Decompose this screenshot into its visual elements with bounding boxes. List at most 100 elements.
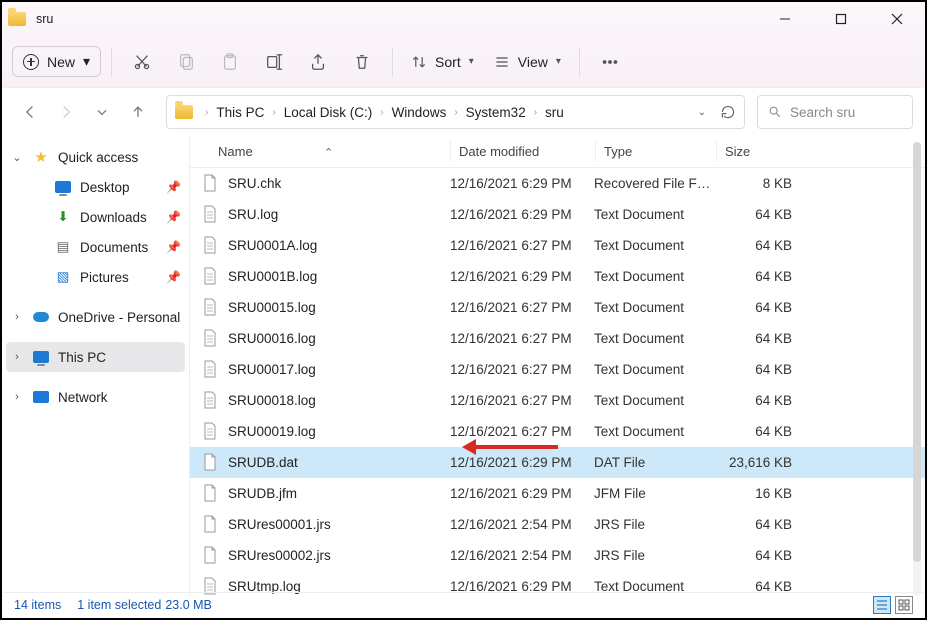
file-pane: Name⌃ Date modified Type Size SRU.chk12/… [190, 136, 925, 596]
file-name: SRUres00002.jrs [228, 548, 450, 563]
sidebar-desktop[interactable]: Desktop 📌 [28, 172, 185, 202]
view-label: View [518, 54, 548, 70]
file-row[interactable]: SRU.log12/16/2021 6:29 PMText Document64… [190, 199, 925, 230]
share-button[interactable] [298, 42, 338, 82]
sort-button[interactable]: Sort ▾ [403, 48, 482, 76]
file-name: SRU00017.log [228, 362, 450, 377]
copy-button[interactable] [166, 42, 206, 82]
separator [111, 48, 112, 76]
file-row[interactable]: SRU0001B.log12/16/2021 6:29 PMText Docum… [190, 261, 925, 292]
sidebar-documents[interactable]: ▤Documents📌 [28, 232, 185, 262]
scrollbar-thumb[interactable] [913, 142, 921, 562]
back-button[interactable] [14, 96, 46, 128]
forward-button[interactable] [50, 96, 82, 128]
close-button[interactable] [875, 2, 919, 36]
thumbnails-view-button[interactable] [895, 596, 913, 614]
search-input[interactable]: Search sru [757, 95, 913, 129]
breadcrumb-item[interactable]: Local Disk (C:) [284, 105, 373, 120]
file-size: 64 KB [714, 269, 792, 284]
refresh-icon[interactable] [720, 104, 736, 120]
chevron-down-icon: ▾ [469, 56, 474, 67]
breadcrumb-item[interactable]: This PC [216, 105, 264, 120]
sidebar-label: This PC [58, 350, 106, 365]
breadcrumb-item[interactable]: System32 [466, 105, 526, 120]
status-selection: 1 item selected [77, 598, 161, 612]
cut-button[interactable] [122, 42, 162, 82]
sidebar-label: Documents [80, 240, 148, 255]
file-icon [202, 483, 218, 503]
sidebar-label: Network [58, 390, 108, 405]
file-icon [202, 390, 218, 410]
recent-button[interactable] [86, 96, 118, 128]
sidebar-label: Desktop [80, 180, 130, 195]
file-icon [202, 328, 218, 348]
file-size: 64 KB [714, 424, 792, 439]
column-type[interactable]: Type [596, 144, 716, 159]
pin-icon: 📌 [166, 240, 181, 254]
breadcrumb-item[interactable]: sru [545, 105, 564, 120]
file-row[interactable]: SRU.chk12/16/2021 6:29 PMRecovered File … [190, 168, 925, 199]
search-icon [768, 105, 782, 119]
pin-icon: 📌 [166, 180, 181, 194]
file-type: Text Document [594, 393, 714, 408]
sidebar-this-pc[interactable]: ›This PC [6, 342, 185, 372]
column-label: Date modified [459, 144, 539, 159]
chevron-down-icon: ▾ [556, 56, 561, 67]
sidebar-quick-access[interactable]: ⌄ ★ Quick access [6, 142, 185, 172]
minimize-button[interactable] [763, 2, 807, 36]
file-size: 64 KB [714, 362, 792, 377]
file-row[interactable]: SRU0001A.log12/16/2021 6:27 PMText Docum… [190, 230, 925, 261]
sidebar-network[interactable]: ›Network [6, 382, 185, 412]
cloud-icon [33, 312, 49, 322]
chevron-down-icon[interactable]: ⌄ [698, 107, 706, 118]
sidebar-label: Pictures [80, 270, 129, 285]
sidebar-pictures[interactable]: ▧Pictures📌 [28, 262, 185, 292]
toolbar: New ▾ Sort ▾ View ▾ [2, 36, 925, 88]
sidebar: ⌄ ★ Quick access Desktop📌 ⬇Downloads📌 ▤D… [2, 136, 190, 596]
file-date: 12/16/2021 6:27 PM [450, 331, 594, 346]
file-row[interactable]: SRU00015.log12/16/2021 6:27 PMText Docum… [190, 292, 925, 323]
rename-button[interactable] [254, 42, 294, 82]
up-button[interactable] [122, 96, 154, 128]
file-name: SRU.chk [228, 176, 450, 191]
column-label: Name [218, 144, 253, 159]
file-date: 12/16/2021 2:54 PM [450, 548, 594, 563]
sidebar-downloads[interactable]: ⬇Downloads📌 [28, 202, 185, 232]
more-button[interactable] [590, 42, 630, 82]
column-date[interactable]: Date modified [451, 144, 595, 159]
file-icon [202, 545, 218, 565]
chevron-down-icon: ▾ [83, 53, 90, 70]
file-row[interactable]: SRUDB.jfm12/16/2021 6:29 PMJFM File16 KB [190, 478, 925, 509]
file-size: 16 KB [714, 486, 792, 501]
delete-button[interactable] [342, 42, 382, 82]
file-name: SRU00019.log [228, 424, 450, 439]
window-controls [763, 2, 919, 36]
breadcrumb-item[interactable]: Windows [392, 105, 447, 120]
details-view-button[interactable] [873, 596, 891, 614]
file-row[interactable]: SRU00018.log12/16/2021 6:27 PMText Docum… [190, 385, 925, 416]
file-row[interactable]: SRU00017.log12/16/2021 6:27 PMText Docum… [190, 354, 925, 385]
maximize-button[interactable] [819, 2, 863, 36]
file-row[interactable]: SRUres00002.jrs12/16/2021 2:54 PMJRS Fil… [190, 540, 925, 571]
new-label: New [47, 54, 75, 70]
column-name[interactable]: Name⌃ [218, 144, 450, 159]
file-row[interactable]: SRU00016.log12/16/2021 6:27 PMText Docum… [190, 323, 925, 354]
file-rows: SRU.chk12/16/2021 6:29 PMRecovered File … [190, 168, 925, 596]
sidebar-label: Downloads [80, 210, 147, 225]
view-button[interactable]: View ▾ [486, 48, 569, 76]
download-icon: ⬇ [54, 209, 72, 225]
column-size[interactable]: Size [717, 144, 797, 159]
new-button[interactable]: New ▾ [12, 46, 101, 77]
file-row[interactable]: SRUres00001.jrs12/16/2021 2:54 PMJRS Fil… [190, 509, 925, 540]
file-size: 64 KB [714, 331, 792, 346]
chevron-right-icon: › [10, 311, 24, 323]
sidebar-onedrive[interactable]: ›OneDrive - Personal [6, 302, 185, 332]
file-icon [202, 173, 218, 193]
address-bar[interactable]: › This PC› Local Disk (C:)› Windows› Sys… [166, 95, 745, 129]
scrollbar[interactable] [913, 142, 921, 596]
sidebar-label: Quick access [58, 150, 138, 165]
file-icon [202, 359, 218, 379]
file-icon [202, 514, 218, 534]
file-date: 12/16/2021 6:29 PM [450, 207, 594, 222]
paste-button[interactable] [210, 42, 250, 82]
